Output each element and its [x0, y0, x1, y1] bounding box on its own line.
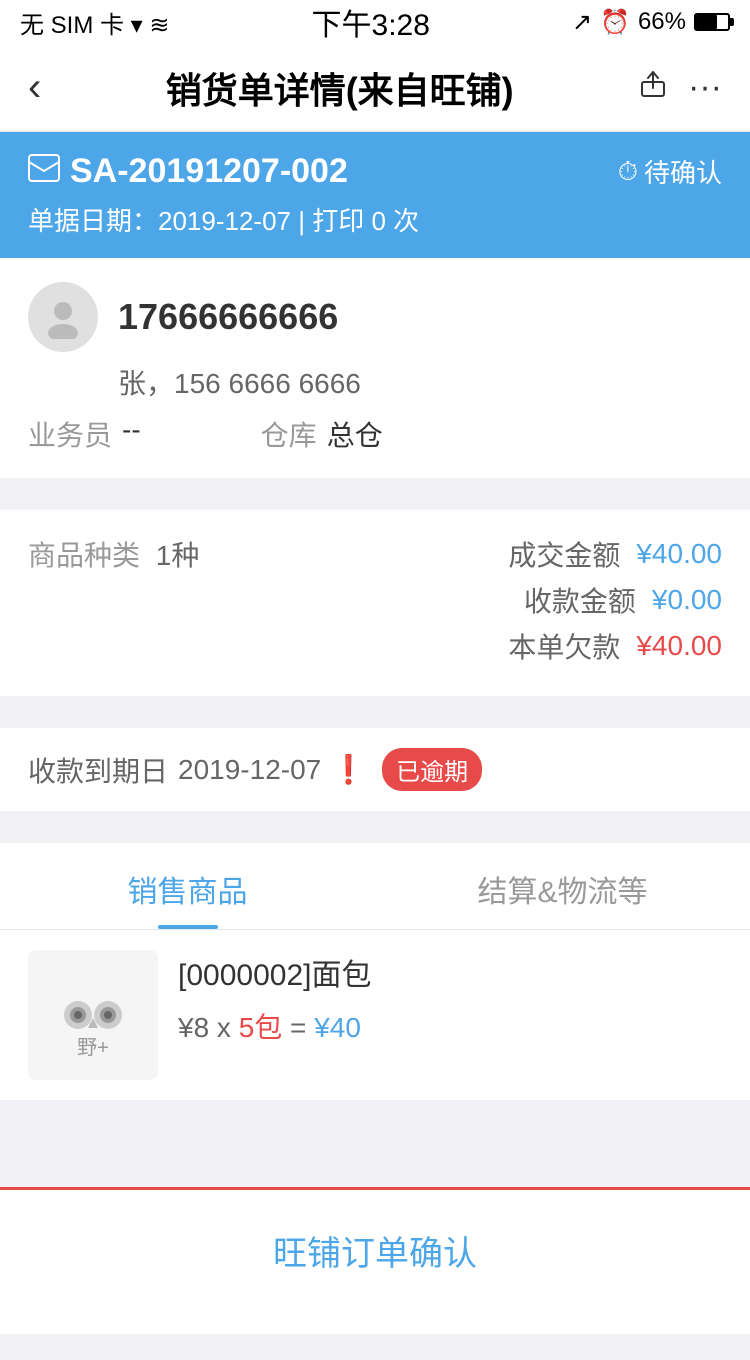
product-image: 野+ [28, 950, 158, 1080]
warning-icon: ❗ [331, 753, 366, 786]
order-header: SA-20191207-002 ⏱ 待确认 单据日期：2019-12-07 | … [0, 132, 750, 258]
quantity: 5包 [239, 1012, 283, 1043]
customer-phone: 17666666666 [118, 296, 338, 338]
clock-icon: ⏱ [618, 156, 638, 188]
order-status: ⏱ 待确认 [618, 153, 722, 190]
back-button[interactable]: ‹ [28, 65, 41, 110]
avatar [28, 282, 98, 352]
product-price: ¥8 x 5包 = ¥40 [178, 1006, 722, 1046]
signal-icon: ↗ [572, 8, 592, 37]
sales-value: -- [122, 414, 141, 454]
tab-settlement[interactable]: 结算&物流等 [375, 843, 750, 929]
confirm-order-button[interactable]: 旺铺订单确认 [28, 1206, 722, 1294]
status-time: 下午3:28 [312, 0, 430, 44]
customer-meta: 业务员 -- 仓库 总仓 [28, 414, 722, 454]
divider-2 [0, 712, 750, 728]
overdue-badge: 已逾期 [382, 748, 482, 791]
share-button[interactable] [638, 68, 668, 107]
due-date-label: 收款到期日 [28, 750, 168, 790]
sales-label: 业务员 [28, 414, 112, 454]
status-bar: 无 SIM 卡 ▾ ≋ 下午3:28 ↗ ⏰ 66% [0, 0, 750, 44]
status-text: 待确认 [644, 153, 722, 190]
product-type-label: 商品种类 [28, 540, 140, 571]
page-title: 销货单详情(来自旺铺) [166, 62, 514, 114]
nav-right: ··· [638, 68, 722, 107]
price-formula: ¥8 x [178, 1012, 239, 1043]
divider-3 [0, 827, 750, 843]
customer-section: 17666666666 张，156 6666 6666 业务员 -- 仓库 总仓 [0, 258, 750, 478]
owed-value: ¥40.00 [636, 630, 722, 662]
product-type-value: 1种 [156, 540, 200, 571]
divider-1 [0, 494, 750, 510]
nav-left: ‹ [28, 65, 41, 110]
no-sim-label: 无 SIM 卡 ▾ ≋ [20, 5, 170, 40]
total: ¥40 [314, 1012, 361, 1043]
received-label: 收款金额 [524, 580, 636, 620]
alarm-icon: ⏰ [600, 8, 630, 37]
owed-label: 本单欠款 [508, 626, 620, 666]
status-right: ↗ ⏰ 66% [572, 8, 730, 37]
order-id-text: SA-20191207-002 [70, 152, 348, 191]
stats-section: 商品种类 1种 成交金额 ¥40.00 收款金额 ¥0.00 本单欠款 ¥40.… [0, 510, 750, 696]
order-id: SA-20191207-002 [28, 152, 348, 191]
tabs: 销售商品 结算&物流等 [0, 843, 750, 930]
warehouse-label: 仓库 [261, 414, 317, 454]
customer-name: 张，156 6666 6666 [28, 362, 722, 402]
nav-bar: ‹ 销货单详情(来自旺铺) ··· [0, 44, 750, 132]
product-name: [0000002]面包 [178, 950, 722, 994]
amount-value: ¥40.00 [636, 538, 722, 570]
order-date: 单据日期：2019-12-07 | 打印 0 次 [28, 201, 722, 238]
battery-label: 66% [638, 8, 686, 36]
more-button[interactable]: ··· [688, 68, 722, 107]
product-info: [0000002]面包 ¥8 x 5包 = ¥40 [178, 950, 722, 1046]
product-logo: 野+ [77, 1031, 109, 1060]
status-left: 无 SIM 卡 ▾ ≋ [20, 5, 170, 40]
confirm-button-wrapper: 旺铺订单确认 [0, 1187, 750, 1334]
inbox-icon [28, 152, 60, 191]
amount-label: 成交金额 [508, 534, 620, 574]
due-date: 2019-12-07 [178, 754, 321, 786]
warehouse-value: 总仓 [327, 414, 383, 454]
equals: = [282, 1012, 314, 1043]
product-section: 野+ [0000002]面包 ¥8 x 5包 = ¥40 [0, 930, 750, 1100]
received-value: ¥0.00 [652, 584, 722, 616]
overdue-section: 收款到期日 2019-12-07 ❗ 已逾期 [0, 728, 750, 811]
battery-icon [694, 13, 730, 31]
tab-sales-products[interactable]: 销售商品 [0, 843, 375, 929]
